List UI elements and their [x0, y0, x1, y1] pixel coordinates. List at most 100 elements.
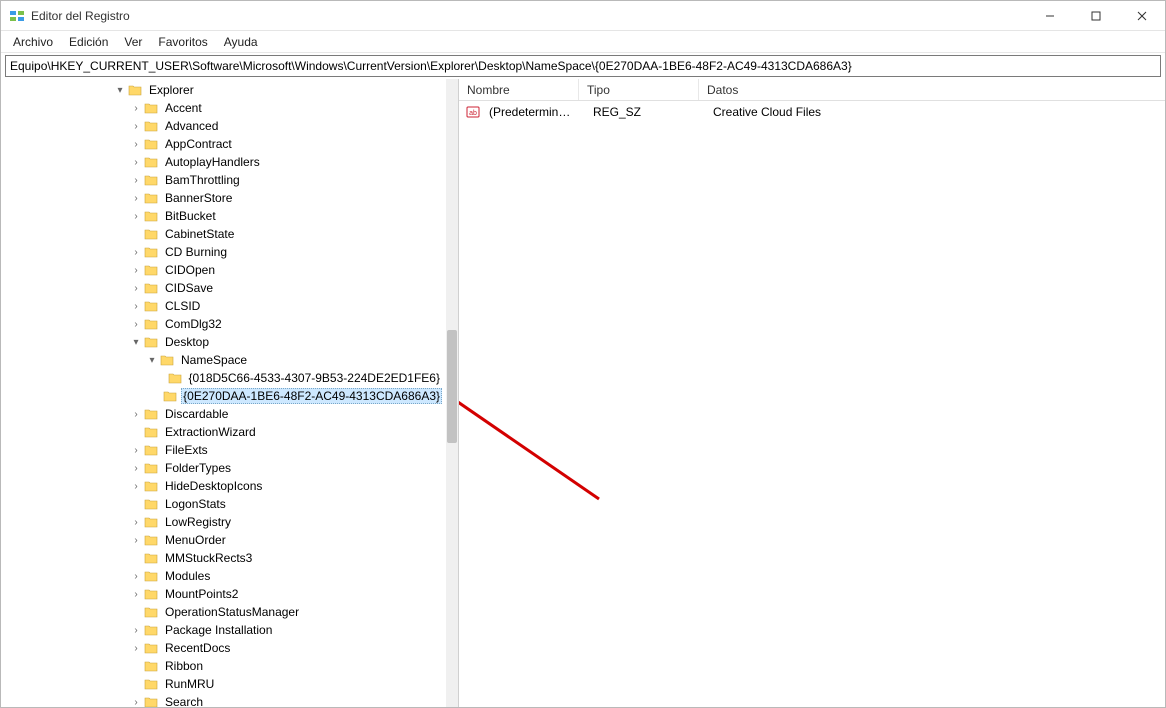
tree-item[interactable]: › ComDlg32 [1, 315, 446, 333]
tree-scrollbar-thumb[interactable] [447, 330, 457, 443]
tree-item[interactable]: › RecentDocs [1, 639, 446, 657]
svg-text:ab: ab [469, 110, 477, 117]
chevron-right-icon[interactable]: › [129, 247, 143, 258]
folder-icon [143, 101, 159, 115]
tree-item[interactable]: › FolderTypes [1, 459, 446, 477]
tree-item[interactable]: › LowRegistry [1, 513, 446, 531]
tree-item[interactable]: › Discardable [1, 405, 446, 423]
folder-icon [143, 497, 159, 511]
tree-item[interactable]: ▾ Explorer [1, 81, 446, 99]
folder-icon [143, 659, 159, 673]
col-datos[interactable]: Datos [699, 79, 1165, 100]
titlebar: Editor del Registro [1, 1, 1165, 31]
folder-icon [143, 695, 159, 707]
chevron-right-icon[interactable]: › [129, 319, 143, 330]
tree-item[interactable]: › CLSID [1, 297, 446, 315]
menu-ver[interactable]: Ver [116, 33, 150, 51]
tree-item-label: FolderTypes [163, 461, 233, 475]
tree-item[interactable]: {018D5C66-4533-4307-9B53-224DE2ED1FE6} [1, 369, 446, 387]
tree-item[interactable]: › BitBucket [1, 207, 446, 225]
chevron-right-icon[interactable]: › [129, 589, 143, 600]
tree-item[interactable]: › Accent [1, 99, 446, 117]
chevron-right-icon[interactable]: › [129, 103, 143, 114]
tree-item-label: Modules [163, 569, 212, 583]
minimize-button[interactable] [1027, 1, 1073, 31]
chevron-down-icon[interactable]: ▾ [145, 355, 159, 366]
chevron-right-icon[interactable]: › [129, 139, 143, 150]
close-button[interactable] [1119, 1, 1165, 31]
tree-item[interactable]: MMStuckRects3 [1, 549, 446, 567]
registry-tree[interactable]: ▾ Explorer› Accent› Advanced› AppContrac… [1, 79, 446, 707]
tree-item[interactable]: RunMRU [1, 675, 446, 693]
tree-item-label: ExtractionWizard [163, 425, 258, 439]
tree-item[interactable]: › CIDOpen [1, 261, 446, 279]
tree-item[interactable]: › BannerStore [1, 189, 446, 207]
tree-item[interactable]: ▾ NameSpace [1, 351, 446, 369]
chevron-right-icon[interactable]: › [129, 211, 143, 222]
window-title: Editor del Registro [31, 9, 130, 23]
tree-item[interactable]: › AutoplayHandlers [1, 153, 446, 171]
tree-item[interactable]: › FileExts [1, 441, 446, 459]
col-tipo[interactable]: Tipo [579, 79, 699, 100]
tree-item-selected[interactable]: {0E270DAA-1BE6-48F2-AC49-4313CDA686A3} [1, 387, 446, 405]
chevron-right-icon[interactable]: › [129, 463, 143, 474]
chevron-right-icon[interactable]: › [129, 193, 143, 204]
tree-item[interactable]: › Package Installation [1, 621, 446, 639]
chevron-right-icon[interactable]: › [129, 571, 143, 582]
tree-item-label: HideDesktopIcons [163, 479, 264, 493]
tree-item[interactable]: › CIDSave [1, 279, 446, 297]
chevron-down-icon[interactable]: ▾ [113, 85, 127, 96]
tree-item[interactable]: OperationStatusManager [1, 603, 446, 621]
folder-icon [143, 137, 159, 151]
tree-item-label: Explorer [147, 83, 196, 97]
chevron-right-icon[interactable]: › [129, 121, 143, 132]
tree-item[interactable]: › CD Burning [1, 243, 446, 261]
chevron-right-icon[interactable]: › [129, 283, 143, 294]
chevron-right-icon[interactable]: › [129, 445, 143, 456]
tree-item[interactable]: › Advanced [1, 117, 446, 135]
values-list[interactable]: ab (Predeterminado) REG_SZ Creative Clou… [459, 101, 1165, 121]
tree-item[interactable]: › Search [1, 693, 446, 707]
tree-item[interactable]: › MountPoints2 [1, 585, 446, 603]
chevron-right-icon[interactable]: › [129, 409, 143, 420]
chevron-right-icon[interactable]: › [129, 481, 143, 492]
chevron-right-icon[interactable]: › [129, 157, 143, 168]
tree-item[interactable]: Ribbon [1, 657, 446, 675]
tree-item-label: BannerStore [163, 191, 234, 205]
maximize-button[interactable] [1073, 1, 1119, 31]
menu-archivo[interactable]: Archivo [5, 33, 61, 51]
chevron-right-icon[interactable]: › [129, 175, 143, 186]
list-row[interactable]: ab (Predeterminado) REG_SZ Creative Clou… [459, 103, 1165, 121]
chevron-right-icon[interactable]: › [129, 697, 143, 708]
folder-icon [143, 515, 159, 529]
regedit-app-icon [9, 8, 25, 24]
registry-editor-window: Editor del Registro Archivo Edición Ver … [0, 0, 1166, 708]
col-nombre[interactable]: Nombre [459, 79, 579, 100]
tree-item[interactable]: › MenuOrder [1, 531, 446, 549]
tree-item[interactable]: › AppContract [1, 135, 446, 153]
folder-icon [143, 641, 159, 655]
folder-icon [143, 173, 159, 187]
menu-favoritos[interactable]: Favoritos [150, 33, 215, 51]
tree-item[interactable]: › BamThrottling [1, 171, 446, 189]
folder-icon [159, 353, 175, 367]
tree-item[interactable]: ExtractionWizard [1, 423, 446, 441]
tree-item[interactable]: CabinetState [1, 225, 446, 243]
tree-item[interactable]: LogonStats [1, 495, 446, 513]
chevron-right-icon[interactable]: › [129, 535, 143, 546]
values-pane: Nombre Tipo Datos ab (Predeterminado) RE… [459, 79, 1165, 707]
chevron-right-icon[interactable]: › [129, 301, 143, 312]
tree-item[interactable]: ▾ Desktop [1, 333, 446, 351]
menu-edicion[interactable]: Edición [61, 33, 116, 51]
chevron-right-icon[interactable]: › [129, 517, 143, 528]
chevron-right-icon[interactable]: › [129, 625, 143, 636]
chevron-right-icon[interactable]: › [129, 265, 143, 276]
tree-scrollbar[interactable] [446, 79, 458, 707]
chevron-right-icon[interactable]: › [129, 643, 143, 654]
folder-icon [143, 407, 159, 421]
tree-item[interactable]: › HideDesktopIcons [1, 477, 446, 495]
tree-item[interactable]: › Modules [1, 567, 446, 585]
menu-ayuda[interactable]: Ayuda [216, 33, 266, 51]
chevron-down-icon[interactable]: ▾ [129, 337, 143, 348]
address-bar[interactable]: Equipo\HKEY_CURRENT_USER\Software\Micros… [5, 55, 1161, 77]
